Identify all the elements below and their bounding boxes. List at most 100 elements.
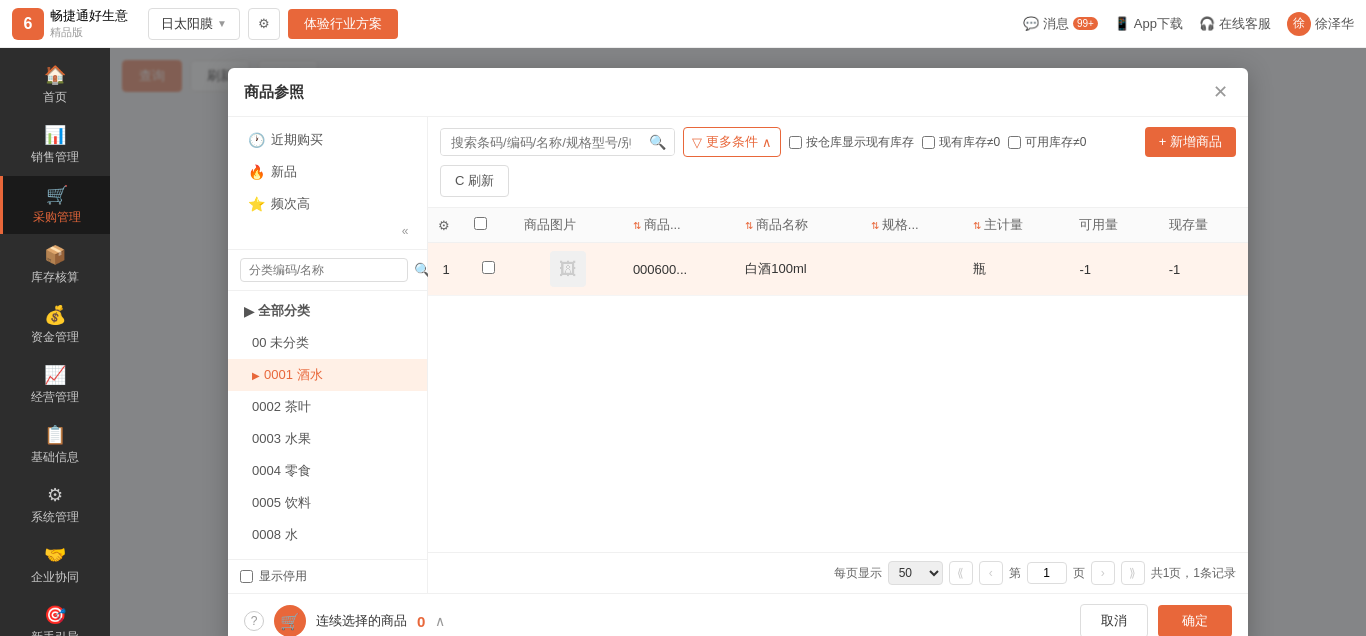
nonzero-stock-checkbox[interactable] bbox=[922, 136, 935, 149]
sidebar-item-sales[interactable]: 📊 销售管理 bbox=[0, 116, 110, 174]
modal-overlay: 商品参照 ✕ 🕐 近期购买 🔥 bbox=[110, 48, 1366, 636]
page-first-button[interactable]: ⟪ bbox=[949, 561, 973, 585]
purchase-icon: 🛒 bbox=[46, 184, 68, 206]
page-size-select[interactable]: 50 100 200 bbox=[888, 561, 943, 585]
product-search-input[interactable] bbox=[441, 130, 641, 155]
page-next-button[interactable]: › bbox=[1091, 561, 1115, 585]
top-nav: 6 畅捷通好生意 精品版 日太阳膜 ▼ ⚙ 体验行业方案 💬 消息 99+ 📱 … bbox=[0, 0, 1366, 48]
nav-dropdown[interactable]: 日太阳膜 ▼ bbox=[148, 8, 240, 40]
sidebar: 🏠 首页 📊 销售管理 🛒 采购管理 📦 库存核算 💰 资金管理 📈 经营管理 … bbox=[0, 48, 110, 636]
category-item-0001[interactable]: ▶ 0001 酒水 bbox=[228, 359, 427, 391]
col-name-header[interactable]: ⇅ 商品名称 bbox=[735, 208, 861, 243]
sidebar-item-enterprise[interactable]: 🤝 企业协同 bbox=[0, 536, 110, 594]
display-disabled-checkbox[interactable] bbox=[240, 570, 253, 583]
clock-icon: 🕐 bbox=[248, 132, 265, 148]
category-item-0004[interactable]: 0004 零食 bbox=[228, 455, 427, 487]
col-spec-header[interactable]: ⇅ 规格... bbox=[861, 208, 964, 243]
sort-icon: ⇅ bbox=[745, 220, 753, 231]
pagination-bar: 每页显示 50 100 200 ⟪ ‹ 第 页 › bbox=[428, 552, 1248, 593]
message-icon: 💬 bbox=[1023, 16, 1039, 31]
add-product-button[interactable]: + 新增商品 bbox=[1145, 127, 1236, 157]
category-item-00[interactable]: 00 未分类 bbox=[228, 327, 427, 359]
quick-access: 🕐 近期购买 🔥 新品 ⭐ 频次高 « bbox=[228, 117, 427, 250]
category-search-input[interactable] bbox=[240, 258, 408, 282]
avatar-icon: 徐 bbox=[1287, 12, 1311, 36]
sidebar-item-purchase[interactable]: 🛒 采购管理 bbox=[0, 176, 110, 234]
trial-button[interactable]: 体验行业方案 bbox=[288, 9, 398, 39]
quick-new-products[interactable]: 🔥 新品 bbox=[240, 157, 415, 187]
available-stock-checkbox[interactable] bbox=[1008, 136, 1021, 149]
category-item-0002[interactable]: 0002 茶叶 bbox=[228, 391, 427, 423]
sidebar-item-home[interactable]: 🏠 首页 bbox=[0, 56, 110, 114]
online-service-button[interactable]: 🎧 在线客服 bbox=[1199, 15, 1271, 33]
col-unit-header[interactable]: ⇅ 主计量 bbox=[963, 208, 1069, 243]
headset-icon: 🎧 bbox=[1199, 16, 1215, 31]
sidebar-item-guide[interactable]: 🎯 新手引导 bbox=[0, 596, 110, 636]
filter-more-button[interactable]: ▽ 更多条件 ∧ bbox=[683, 127, 781, 157]
page-prev-button[interactable]: ‹ bbox=[979, 561, 1003, 585]
page-total-info: 共1页，1条记录 bbox=[1151, 565, 1236, 582]
page-last-button[interactable]: ⟫ bbox=[1121, 561, 1145, 585]
sidebar-item-system[interactable]: ⚙ 系统管理 bbox=[0, 476, 110, 534]
user-avatar[interactable]: 徐 徐泽华 bbox=[1287, 12, 1354, 36]
inventory-icon: 📦 bbox=[44, 244, 66, 266]
page-input[interactable] bbox=[1027, 562, 1067, 584]
category-item-0008[interactable]: 0008 水 bbox=[228, 519, 427, 551]
sidebar-item-finance[interactable]: 💰 资金管理 bbox=[0, 296, 110, 354]
system-icon: ⚙ bbox=[47, 484, 63, 506]
cancel-button[interactable]: 取消 bbox=[1080, 604, 1148, 636]
category-item-0003[interactable]: 0003 水果 bbox=[228, 423, 427, 455]
page-label: 第 bbox=[1009, 565, 1021, 582]
category-item-0005[interactable]: 0005 饮料 bbox=[228, 487, 427, 519]
home-icon: 🏠 bbox=[44, 64, 66, 86]
sidebar-item-base-info[interactable]: 📋 基础信息 bbox=[0, 416, 110, 474]
chevron-up-icon[interactable]: ∧ bbox=[435, 613, 445, 629]
col-settings: ⚙ bbox=[428, 208, 464, 243]
app-download-button[interactable]: 📱 App下载 bbox=[1114, 15, 1183, 33]
cart-icon: 🛒 bbox=[274, 605, 306, 636]
col-stock-header[interactable]: 现存量 bbox=[1159, 208, 1248, 243]
filter-check-warehouse[interactable]: 按仓库显示现有库存 bbox=[789, 134, 914, 151]
product-search-button[interactable]: 🔍 bbox=[641, 129, 674, 155]
product-search-box: 🔍 bbox=[440, 128, 675, 156]
expand-all-icon: ▶ bbox=[244, 304, 254, 319]
modal-header: 商品参照 ✕ bbox=[228, 68, 1248, 117]
sort-icon: ⇅ bbox=[973, 220, 981, 231]
sidebar-item-inventory[interactable]: 📦 库存核算 bbox=[0, 236, 110, 294]
row-spec bbox=[861, 243, 964, 296]
display-disabled: 显示停用 bbox=[228, 559, 427, 593]
category-all[interactable]: ▶ 全部分类 bbox=[228, 295, 427, 327]
warehouse-stock-checkbox[interactable] bbox=[789, 136, 802, 149]
collapse-button[interactable]: « bbox=[395, 221, 415, 241]
select-all-checkbox[interactable] bbox=[474, 217, 487, 230]
row-num: 1 bbox=[428, 243, 464, 296]
col-available-header[interactable]: 可用量 bbox=[1069, 208, 1158, 243]
filter-check-available[interactable]: 可用库存≠0 bbox=[1008, 134, 1086, 151]
help-button[interactable]: ? bbox=[244, 611, 264, 631]
product-table-container: ⚙ 商品图片 bbox=[428, 208, 1248, 552]
col-code-header[interactable]: ⇅ 商品... bbox=[623, 208, 735, 243]
quick-recent-purchase[interactable]: 🕐 近期购买 bbox=[240, 125, 415, 155]
sidebar-item-operations[interactable]: 📈 经营管理 bbox=[0, 356, 110, 414]
shopping-cart-icon: 🛒 bbox=[280, 612, 300, 631]
settings-icon[interactable]: ⚙ bbox=[248, 8, 280, 40]
chevron-up-icon: ∧ bbox=[762, 135, 772, 150]
row-image-cell: 🖼 bbox=[514, 243, 623, 296]
row-stock: -1 bbox=[1159, 243, 1248, 296]
product-reference-modal: 商品参照 ✕ 🕐 近期购买 🔥 bbox=[228, 68, 1248, 636]
modal-close-button[interactable]: ✕ bbox=[1208, 80, 1232, 104]
base-info-icon: 📋 bbox=[44, 424, 66, 446]
category-search: 🔍 bbox=[228, 250, 427, 291]
row-checkbox[interactable] bbox=[482, 261, 495, 274]
category-item-0010[interactable]: 0010 家电 bbox=[228, 551, 427, 559]
message-button[interactable]: 💬 消息 99+ bbox=[1023, 15, 1098, 33]
row-available: -1 bbox=[1069, 243, 1158, 296]
modal-body: 🕐 近期购买 🔥 新品 ⭐ 频次高 « bbox=[228, 117, 1248, 593]
filter-check-nonzero[interactable]: 现有库存≠0 bbox=[922, 134, 1000, 151]
table-row[interactable]: 1 🖼 000600... 白酒100ml bbox=[428, 243, 1248, 296]
col-img-header: 商品图片 bbox=[514, 208, 623, 243]
quick-high-frequency[interactable]: ⭐ 频次高 bbox=[240, 189, 415, 219]
row-name: 白酒100ml bbox=[735, 243, 861, 296]
refresh-button[interactable]: C 刷新 bbox=[440, 165, 509, 197]
confirm-button[interactable]: 确定 bbox=[1158, 605, 1232, 636]
